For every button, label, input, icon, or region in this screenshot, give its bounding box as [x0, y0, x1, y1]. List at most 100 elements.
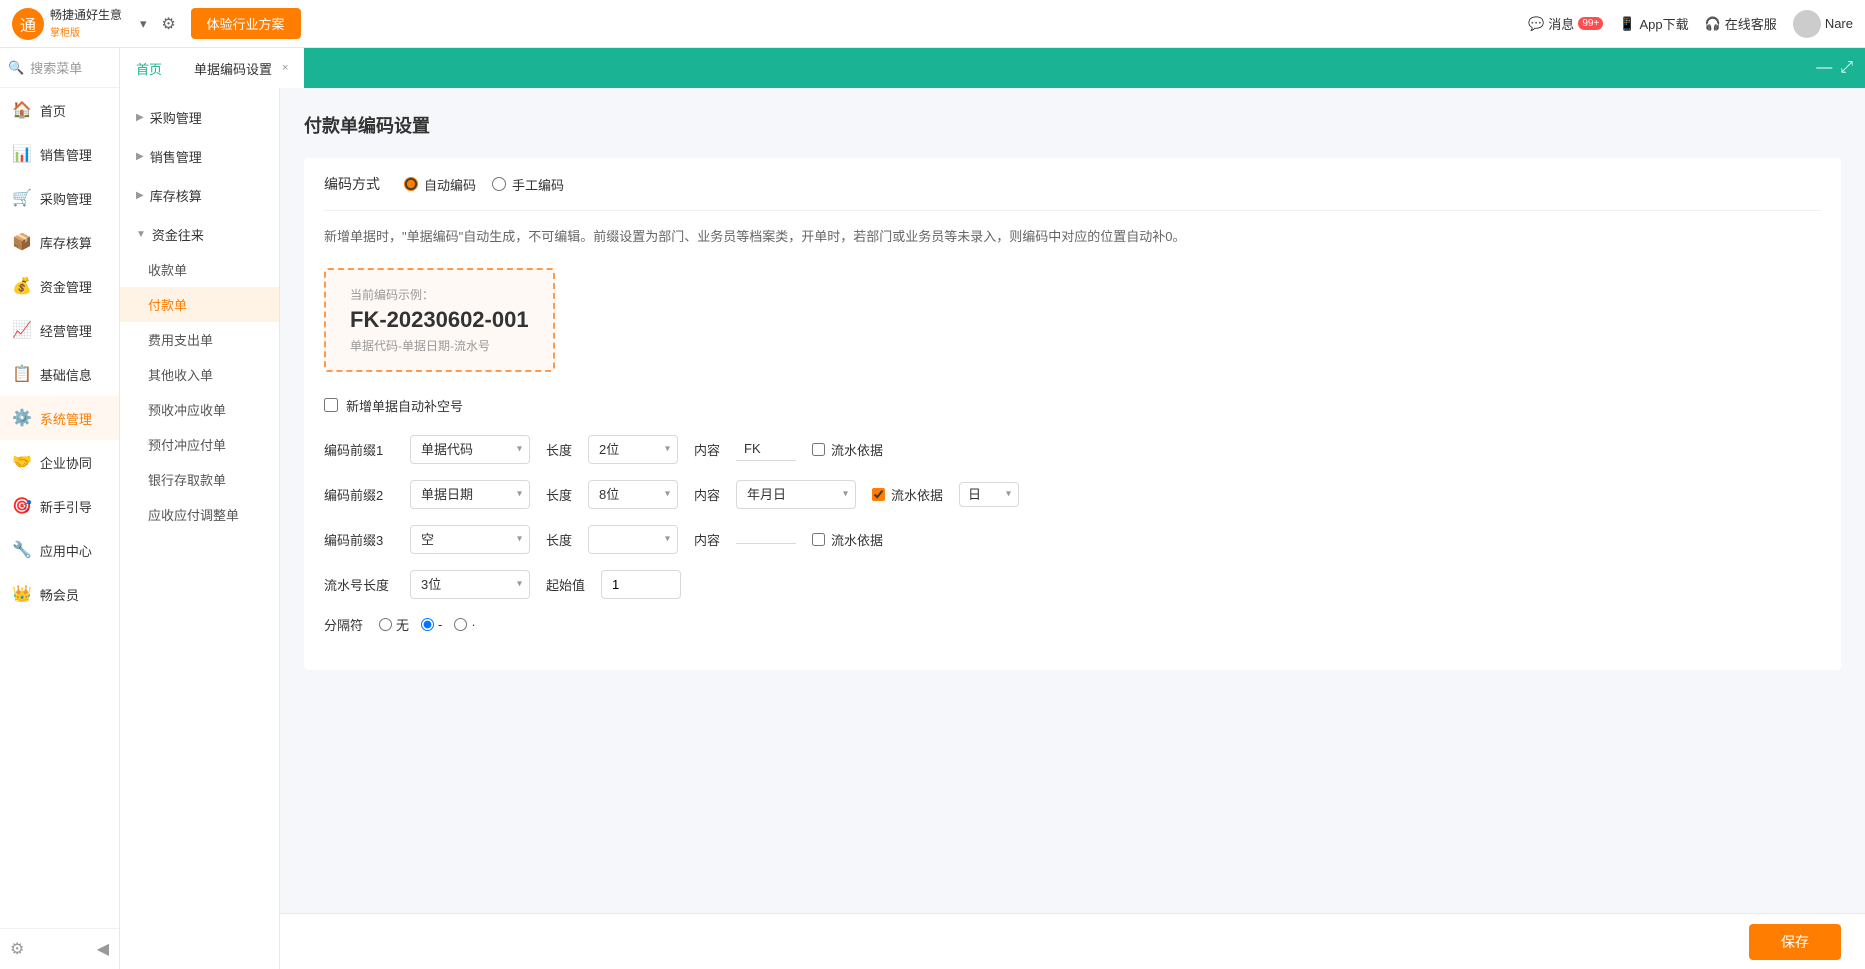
prefix1-select[interactable]: 单据代码: [410, 435, 530, 464]
home-icon: 🏠: [12, 100, 32, 120]
app-download-label: App下载: [1639, 14, 1688, 33]
sidebar-item-finance[interactable]: 💰 资金管理: [0, 264, 119, 308]
sub-group-funds-title[interactable]: ▼ 资金往来: [120, 217, 279, 252]
tab-maximize-icon[interactable]: ⤢: [1840, 59, 1853, 77]
prefix2-day-select[interactable]: 日 月 年: [959, 482, 1019, 507]
radio-auto[interactable]: 自动编码: [404, 175, 476, 194]
sidebar-item-guide[interactable]: 🎯 新手引导: [0, 484, 119, 528]
bottom-bar: 保存: [280, 913, 1865, 969]
logo-text: 畅捷通好生意: [50, 8, 122, 24]
radio-auto-input[interactable]: [404, 177, 418, 191]
sub-item-adjustment[interactable]: 应收应付调整单: [120, 497, 279, 532]
sub-group-funds: ▼ 资金往来 收款单 付款单 费用支出单 其他收入单 预收冲应收单 预付冲应付单…: [120, 217, 279, 532]
sidebar-item-apps[interactable]: 🔧 应用中心: [0, 528, 119, 572]
sidebar-item-sales[interactable]: 📊 销售管理: [0, 132, 119, 176]
sub-item-expense[interactable]: 费用支出单: [120, 322, 279, 357]
sidebar-search[interactable]: 🔍 搜索菜单: [0, 48, 119, 88]
form-row-prefix3: 编码前缀3 空 长度: [324, 525, 1821, 554]
serial-row: 流水号长度 3位 起始值: [324, 570, 1821, 599]
service-icon: 🎧: [1705, 16, 1721, 32]
sidebar-item-member[interactable]: 👑 畅会员: [0, 572, 119, 616]
prefix3-select-wrapper: 空: [410, 525, 530, 554]
sub-group-inventory-title[interactable]: ▶ 库存核算: [120, 178, 279, 213]
inventory-icon: 📦: [12, 232, 32, 252]
sidebar-item-purchase[interactable]: 🛒 采购管理: [0, 176, 119, 220]
enterprise-icon: 🤝: [12, 452, 32, 472]
tab-encoding-settings[interactable]: 单据编码设置 ×: [178, 48, 304, 88]
prefix3-length-select[interactable]: [588, 525, 678, 554]
sidebar-collapse-icon[interactable]: ◀: [97, 939, 109, 959]
sep-none-input[interactable]: [379, 618, 392, 631]
tab-minimize-icon[interactable]: —: [1816, 59, 1832, 77]
experience-button[interactable]: 体验行业方案: [191, 8, 301, 39]
finance-icon: 💰: [12, 276, 32, 296]
sidebar-item-enterprise[interactable]: 🤝 企业协同: [0, 440, 119, 484]
online-service-label: 在线客服: [1725, 14, 1777, 33]
radio-manual-input[interactable]: [492, 177, 506, 191]
tab-home-label: 首页: [136, 59, 162, 78]
sub-item-bank[interactable]: 银行存取款单: [120, 462, 279, 497]
topbar-right: 💬 消息 99+ 📱 App下载 🎧 在线客服 Nare: [1528, 10, 1853, 38]
online-service-item[interactable]: 🎧 在线客服: [1705, 14, 1777, 33]
logo-icon: 通: [12, 8, 44, 40]
app-download-item[interactable]: 📱 App下载: [1619, 14, 1688, 33]
prefix2-content-select[interactable]: 年月日: [736, 480, 856, 509]
sidebar-guide-label: 新手引导: [40, 497, 92, 516]
sidebar-finance-label: 资金管理: [40, 277, 92, 296]
prefix3-flow-checkbox: 流水依据: [812, 530, 883, 549]
prefix3-flow-input[interactable]: [812, 533, 825, 546]
arrow-icon3: ▶: [136, 190, 144, 201]
topbar-settings-icon[interactable]: ⚙: [155, 10, 183, 38]
prefix2-content-select-wrapper: 年月日: [736, 480, 856, 509]
message-item[interactable]: 💬 消息 99+: [1528, 14, 1603, 33]
content-wrapper: ▶ 采购管理 ▶ 销售管理 ▶ 库存核算: [120, 88, 1865, 969]
user-info[interactable]: Nare: [1793, 10, 1853, 38]
prefix2-select[interactable]: 单据日期: [410, 480, 530, 509]
sidebar-item-basics[interactable]: 📋 基础信息: [0, 352, 119, 396]
sep-dot2-input[interactable]: [454, 618, 467, 631]
apps-icon: 🔧: [12, 540, 32, 560]
topbar: 通 畅捷通好生意 掌柜版 ▾ ⚙ 体验行业方案 💬 消息 99+ 📱 App下载…: [0, 0, 1865, 48]
prefix3-content-value: [736, 535, 796, 544]
member-icon: 👑: [12, 584, 32, 604]
prefix2-flow-input[interactable]: [872, 488, 885, 501]
save-button[interactable]: 保存: [1749, 924, 1841, 960]
sidebar-settings-icon[interactable]: ⚙: [10, 939, 24, 959]
prefix2-flow-label: 流水依据: [891, 485, 943, 504]
sep-dot2[interactable]: ·: [454, 617, 475, 632]
tab-active-label: 单据编码设置: [194, 59, 272, 78]
prefix1-flow-input[interactable]: [812, 443, 825, 456]
sub-item-advance-pay[interactable]: 预付冲应付单: [120, 427, 279, 462]
auto-fill-checkbox[interactable]: [324, 398, 338, 412]
sub-group-purchase-title[interactable]: ▶ 采购管理: [120, 100, 279, 135]
encoding-method-label: 编码方式: [324, 174, 380, 194]
radio-auto-label: 自动编码: [424, 175, 476, 194]
auto-fill-label: 新增单据自动补空号: [346, 396, 463, 415]
radio-manual[interactable]: 手工编码: [492, 175, 564, 194]
sub-group-sales-title[interactable]: ▶ 销售管理: [120, 139, 279, 174]
sidebar-item-operation[interactable]: 📈 经营管理: [0, 308, 119, 352]
prefix2-length-select[interactable]: 8位: [588, 480, 678, 509]
sidebar-item-system[interactable]: ⚙️ 系统管理: [0, 396, 119, 440]
topbar-dropdown[interactable]: ▾: [140, 16, 147, 32]
preview-desc: 单据代码-单据日期-流水号: [350, 337, 529, 354]
serial-length-select[interactable]: 3位: [410, 570, 530, 599]
sub-item-advance-receive[interactable]: 预收冲应收单: [120, 392, 279, 427]
tab-home[interactable]: 首页: [120, 48, 178, 88]
sep-dot[interactable]: -: [421, 617, 442, 632]
prefix3-length-label: 长度: [546, 530, 572, 549]
prefix3-select[interactable]: 空: [410, 525, 530, 554]
sub-item-payment[interactable]: 付款单: [120, 287, 279, 322]
sep-dot-input[interactable]: [421, 618, 434, 631]
serial-start-input[interactable]: [601, 570, 681, 599]
dropdown-arrow: ▾: [140, 16, 147, 32]
prefix2-length-label: 长度: [546, 485, 572, 504]
sidebar-item-inventory[interactable]: 📦 库存核算: [0, 220, 119, 264]
sep-none[interactable]: 无: [379, 615, 409, 634]
sub-item-other-income[interactable]: 其他收入单: [120, 357, 279, 392]
sidebar-item-home[interactable]: 🏠 首页: [0, 88, 119, 132]
tab-close-icon[interactable]: ×: [282, 62, 288, 74]
prefix1-length-select[interactable]: 2位: [588, 435, 678, 464]
sub-item-receipt[interactable]: 收款单: [120, 252, 279, 287]
sub-group-sales: ▶ 销售管理: [120, 139, 279, 174]
